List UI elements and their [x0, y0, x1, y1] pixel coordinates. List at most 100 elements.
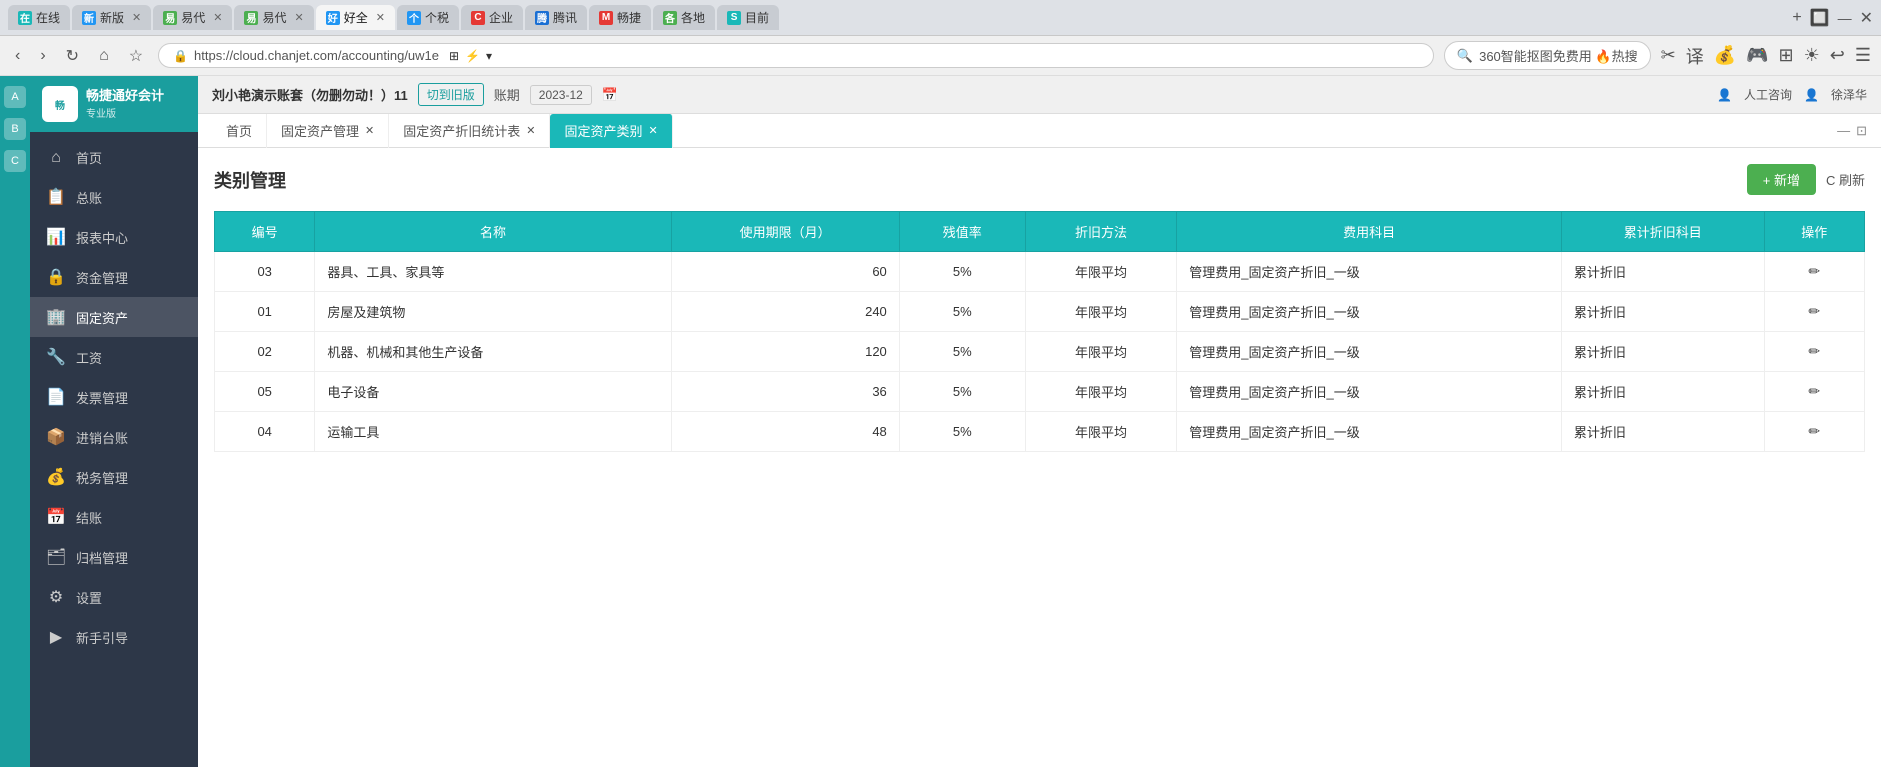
home-button[interactable]: ⌂ — [94, 45, 114, 67]
sidebar-item-总账[interactable]: 📋总账 — [30, 177, 198, 217]
content-tab-label-0: 首页 — [226, 121, 252, 140]
sidebar-item-工资[interactable]: 🔧工资 — [30, 337, 198, 377]
content-tab-close-1[interactable]: ✕ — [365, 124, 374, 137]
address-bar-row: ‹ › ↻ ⌂ ☆ 🔒 https://cloud.chanjet.com/ac… — [0, 36, 1881, 76]
account-name: 刘小艳演示账套（勿删勿动！）11 — [212, 85, 408, 104]
minimize-panel-icon[interactable]: — — [1837, 123, 1850, 139]
browser-tab-6[interactable]: C企业 — [461, 5, 523, 30]
cell-residual-2: 5% — [899, 332, 1025, 372]
sidebar-item-固定资产[interactable]: 🏢固定资产 — [30, 297, 198, 337]
sidebar-item-税务管理[interactable]: 💰税务管理 — [30, 457, 198, 497]
cell-code-2[interactable]: 02 — [215, 332, 315, 372]
game-icon[interactable]: 🎮 — [1746, 45, 1768, 66]
reload-button[interactable]: ↻ — [61, 44, 84, 68]
sidebar-label-12: 新手引导 — [76, 628, 128, 647]
sidebar-item-进销台账[interactable]: 📦进销台账 — [30, 417, 198, 457]
tab-close-2[interactable]: ✕ — [213, 11, 222, 24]
sidebar-label-11: 设置 — [76, 588, 102, 607]
minimize-icon[interactable]: 🔲 — [1810, 8, 1830, 28]
search-box[interactable]: 🔍 360智能抠图免费用 🔥热搜 — [1444, 41, 1651, 70]
browser-tab-9[interactable]: 各各地 — [653, 5, 715, 30]
browser-tab-10[interactable]: S目前 — [717, 5, 779, 30]
switch-version-button[interactable]: 切到旧版 — [418, 83, 484, 106]
content-tab-0[interactable]: 首页 — [212, 114, 267, 148]
cell-code-0[interactable]: 03 — [215, 252, 315, 292]
sidebar-item-首页[interactable]: ⌂首页 — [30, 138, 198, 177]
top-bar: 刘小艳演示账套（勿删勿动！）11 切到旧版 账期 2023-12 📅 👤 人工咨… — [198, 76, 1881, 114]
top-bar-right: 👤 人工咨询 👤 徐泽华 — [1717, 86, 1867, 103]
tab-close-3[interactable]: ✕ — [295, 11, 304, 24]
sidebar-item-新手引导[interactable]: ▶新手引导 — [30, 617, 198, 657]
browser-tab-2[interactable]: 易易代✕ — [153, 5, 232, 30]
calendar-icon[interactable]: 📅 — [602, 87, 618, 103]
cell-edit-0[interactable]: ✏ — [1764, 252, 1864, 292]
col-header-7: 操作 — [1764, 212, 1864, 252]
sidebar-label-7: 进销台账 — [76, 428, 128, 447]
cell-period-4: 48 — [671, 412, 899, 452]
sidebar-nav: ⌂首页📋总账📊报表中心🔒资金管理🏢固定资产🔧工资📄发票管理📦进销台账💰税务管理📅… — [30, 132, 198, 767]
cell-period-3: 36 — [671, 372, 899, 412]
browser-tab-7[interactable]: 腾腾讯 — [525, 5, 587, 30]
url-bar[interactable]: 🔒 https://cloud.chanjet.com/accounting/u… — [158, 43, 1434, 68]
content-tab-close-3[interactable]: ✕ — [649, 124, 658, 137]
cell-code-1[interactable]: 01 — [215, 292, 315, 332]
sidebar-item-报表中心[interactable]: 📊报表中心 — [30, 217, 198, 257]
cell-name-3: 电子设备 — [315, 372, 671, 412]
tab-close-4[interactable]: ✕ — [376, 11, 385, 24]
content-tab-3[interactable]: 固定资产类别✕ — [550, 114, 672, 148]
sidebar-app-edition: 专业版 — [86, 105, 164, 120]
content-tab-1[interactable]: 固定资产管理✕ — [267, 114, 389, 148]
strip-icon-3[interactable]: C — [4, 150, 26, 172]
browser-tab-3[interactable]: 易易代✕ — [234, 5, 313, 30]
sidebar-item-结账[interactable]: 📅结账 — [30, 497, 198, 537]
close-window-icon[interactable]: ✕ — [1860, 8, 1873, 28]
cell-code-4[interactable]: 04 — [215, 412, 315, 452]
grid-icon[interactable]: ⊞ — [1779, 45, 1794, 66]
content-tab-2[interactable]: 固定资产折旧统计表✕ — [389, 114, 550, 148]
refresh-button[interactable]: C 刷新 — [1826, 170, 1865, 189]
col-header-4: 折旧方法 — [1025, 212, 1177, 252]
history-icon[interactable]: ↩ — [1830, 45, 1845, 66]
consultant-label[interactable]: 人工咨询 — [1744, 86, 1792, 103]
back-button[interactable]: ‹ — [10, 45, 25, 67]
strip-icon-2[interactable]: B — [4, 118, 26, 140]
new-tab-icon[interactable]: + — [1792, 9, 1801, 27]
sidebar-icon-0: ⌂ — [46, 149, 66, 167]
browser-tab-1[interactable]: 新新版✕ — [72, 5, 151, 30]
browser-tab-0[interactable]: 在在线 — [8, 5, 70, 30]
col-header-0: 编号 — [215, 212, 315, 252]
cell-edit-4[interactable]: ✏ — [1764, 412, 1864, 452]
wallet-icon[interactable]: 💰 — [1714, 45, 1736, 66]
cell-accumulated-2: 累计折旧 — [1561, 332, 1764, 372]
address-dropdown-icon[interactable]: ▾ — [486, 49, 492, 63]
maximize-panel-icon[interactable]: ⊡ — [1856, 123, 1867, 139]
browser-tab-4[interactable]: 好好全✕ — [316, 5, 395, 30]
browser-tab-8[interactable]: M畅捷 — [589, 5, 651, 30]
translate-icon[interactable]: 译 — [1686, 43, 1704, 69]
cell-edit-2[interactable]: ✏ — [1764, 332, 1864, 372]
menu-icon[interactable]: ☰ — [1855, 45, 1871, 66]
cell-code-3[interactable]: 05 — [215, 372, 315, 412]
table-row: 05电子设备365%年限平均管理费用_固定资产折旧_一级累计折旧✏ — [215, 372, 1865, 412]
brightness-icon[interactable]: ☀ — [1804, 45, 1820, 66]
sidebar-label-6: 发票管理 — [76, 388, 128, 407]
cell-edit-1[interactable]: ✏ — [1764, 292, 1864, 332]
forward-button[interactable]: › — [35, 45, 50, 67]
strip-icon-1[interactable]: A — [4, 86, 26, 108]
content-tab-close-2[interactable]: ✕ — [526, 124, 535, 137]
cell-edit-3[interactable]: ✏ — [1764, 372, 1864, 412]
scissors-icon[interactable]: ✂ — [1661, 45, 1676, 66]
sidebar-item-发票管理[interactable]: 📄发票管理 — [30, 377, 198, 417]
sidebar-item-设置[interactable]: ⚙设置 — [30, 577, 198, 617]
browser-tab-5[interactable]: 个个税 — [397, 5, 459, 30]
site-info-icon[interactable]: ⊞ — [449, 49, 459, 63]
sidebar-icon-9: 📅 — [46, 507, 66, 527]
maximize-icon[interactable]: — — [1838, 10, 1852, 26]
new-button[interactable]: + 新增 — [1747, 164, 1816, 195]
tab-close-1[interactable]: ✕ — [132, 11, 141, 24]
bookmark-button[interactable]: ☆ — [124, 44, 148, 68]
sidebar-item-归档管理[interactable]: 🗂归档管理 — [30, 537, 198, 577]
browser-window-controls[interactable]: + 🔲 — ✕ — [1792, 8, 1873, 28]
sidebar-item-资金管理[interactable]: 🔒资金管理 — [30, 257, 198, 297]
lightning-icon[interactable]: ⚡ — [465, 49, 480, 63]
